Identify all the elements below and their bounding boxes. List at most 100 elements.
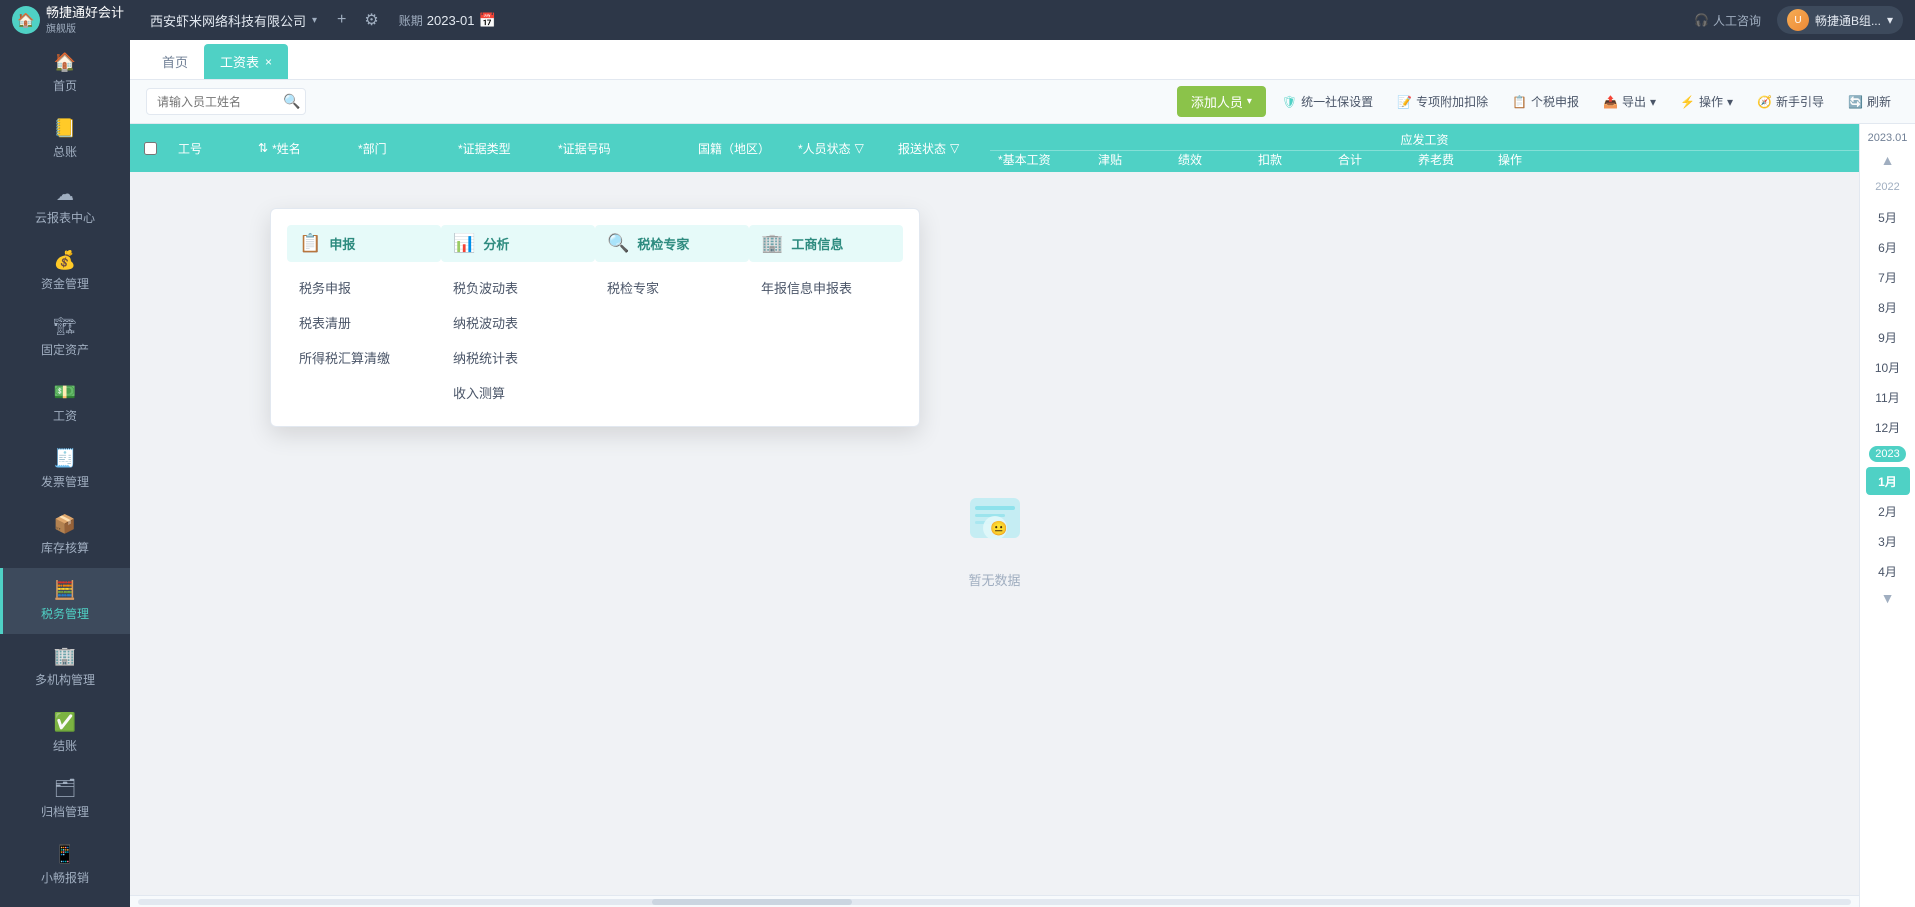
cal-month-6[interactable]: 6月 <box>1866 233 1910 261</box>
dropdown-item-tax-stats[interactable]: 纳税统计表 <box>441 340 595 375</box>
calendar-nav-down[interactable]: ▼ <box>1876 586 1900 610</box>
select-all-checkbox[interactable] <box>144 142 157 155</box>
cal-month-10[interactable]: 10月 <box>1866 353 1910 381</box>
th-dept: *部门 <box>350 140 450 157</box>
user-badge[interactable]: U 畅捷通B组... ▾ <box>1777 6 1903 34</box>
sidebar: 🏠 首页 📒 总账 ☁ 云报表中心 💰 资金管理 🏗 固定资产 💵 工资 🧾 发… <box>0 40 130 907</box>
tab-close-icon[interactable]: × <box>265 55 272 69</box>
sidebar-item-zhangzhang[interactable]: 📒 总账 <box>0 106 130 172</box>
tab-home[interactable]: 首页 <box>146 44 204 79</box>
home-icon: 🏠 <box>54 52 76 73</box>
sidebar-item-salary[interactable]: 💵 工资 <box>0 370 130 436</box>
sidebar-item-mini-report[interactable]: 📱 小畅报销 <box>0 832 130 898</box>
cal-month-3[interactable]: 3月 <box>1866 527 1910 555</box>
avatar: U <box>1787 9 1809 31</box>
settings-icon[interactable]: ⚙ <box>360 8 382 32</box>
topbar-actions: + ⚙ <box>333 8 383 32</box>
th-jixiao: 绩效 <box>1170 151 1250 168</box>
th-name[interactable]: ⇅ *姓名 <box>250 140 350 157</box>
sidebar-item-fixed-asset[interactable]: 🏗 固定资产 <box>0 304 130 370</box>
personal-tax-button[interactable]: 📋 个税申报 <box>1504 89 1587 114</box>
dropdown-item-tax-table-register[interactable]: 税表清册 <box>287 305 441 340</box>
cal-month-11[interactable]: 11月 <box>1866 383 1910 411</box>
social-insurance-button[interactable]: 🛡 统一社保设置 <box>1274 89 1381 114</box>
dropdown-item-annual-report[interactable]: 年报信息申报表 <box>749 270 903 305</box>
th-ops: 操作 <box>1490 151 1570 168</box>
settle-icon: ✅ <box>54 712 76 733</box>
dropdown-item-tax-wave[interactable]: 纳税波动表 <box>441 305 595 340</box>
refresh-button[interactable]: 🔄 刷新 <box>1840 89 1899 114</box>
calendar-nav-up[interactable]: ▲ <box>1876 148 1900 172</box>
th-jintie: 津贴 <box>1090 151 1170 168</box>
cal-month-8[interactable]: 8月 <box>1866 293 1910 321</box>
sidebar-item-cloud-report[interactable]: ☁ 云报表中心 <box>0 172 130 238</box>
th-guoji: 国籍（地区） <box>690 140 790 157</box>
bottom-scrollbar <box>130 895 1859 907</box>
cal-month-9[interactable]: 9月 <box>1866 323 1910 351</box>
topbar-right: 🎧 人工咨询 U 畅捷通B组... ▾ <box>1694 6 1903 34</box>
app-logo: 🏠 畅捷通好会计 旗舰版 <box>12 5 142 36</box>
logo-icon: 🏠 <box>12 6 40 34</box>
scrollbar-track <box>138 899 1851 905</box>
cal-month-2[interactable]: 2月 <box>1866 497 1910 525</box>
export-button[interactable]: 📤 导出 ▾ <box>1595 89 1664 114</box>
cal-month-4[interactable]: 4月 <box>1866 557 1910 585</box>
operations-button[interactable]: ⚡ 操作 ▾ <box>1672 89 1741 114</box>
ledger-icon: 📒 <box>54 118 76 139</box>
dropdown-item-shuijian-expert[interactable]: 税检专家 <box>595 270 749 305</box>
dropdown-item-income-calc[interactable]: 收入测算 <box>441 375 595 410</box>
th-yanglao: 养老费 <box>1410 151 1490 168</box>
dropdown-item-income-tax-settlement[interactable]: 所得税汇算清缴 <box>287 340 441 375</box>
cal-month-5[interactable]: 5月 <box>1866 203 1910 231</box>
main-layout: 🏠 首页 📒 总账 ☁ 云报表中心 💰 资金管理 🏗 固定资产 💵 工资 🧾 发… <box>0 40 1915 907</box>
headset-icon: 🎧 <box>1694 13 1709 27</box>
guide-icon: 🧭 <box>1757 95 1772 109</box>
sidebar-item-invoice[interactable]: 🧾 发票管理 <box>0 436 130 502</box>
sidebar-item-fund[interactable]: 💰 资金管理 <box>0 238 130 304</box>
gongshang-icon: 🏢 <box>761 233 783 254</box>
tab-salary[interactable]: 工资表 × <box>204 44 288 79</box>
dropdown-header-gongshang: 🏢 工商信息 <box>749 225 903 262</box>
top-bar: 🏠 畅捷通好会计 旗舰版 西安虾米网络科技有限公司 ▾ + ⚙ 账期 2023-… <box>0 0 1915 40</box>
filter-icon[interactable]: ▽ <box>950 141 959 155</box>
add-employee-button[interactable]: 添加人员 ▾ <box>1177 86 1266 117</box>
cal-month-7[interactable]: 7月 <box>1866 263 1910 291</box>
sidebar-item-archive[interactable]: 🗂 归档管理 <box>0 766 130 832</box>
sidebar-item-home[interactable]: 🏠 首页 <box>0 40 130 106</box>
help-button[interactable]: 🎧 人工咨询 <box>1694 12 1761 29</box>
cal-month-12[interactable]: 12月 <box>1866 413 1910 441</box>
refresh-icon: 🔄 <box>1848 95 1863 109</box>
th-group-yingfa: 应发工资 <box>990 129 1859 151</box>
th-gonghe: 工号 <box>170 140 250 157</box>
content-area: 工号 ⇅ *姓名 *部门 *证据类型 *证据号码 <box>130 124 1915 907</box>
shenbao-icon: 📋 <box>299 233 321 254</box>
search-input[interactable] <box>157 95 277 109</box>
sidebar-item-base-settings[interactable]: ⚙ 基础设置 <box>0 898 130 907</box>
dropdown-item-tax-report[interactable]: 税务申报 <box>287 270 441 305</box>
th-jichu: *基本工资 <box>990 151 1090 168</box>
fenxi-icon: 📊 <box>453 233 475 254</box>
export-icon: 📤 <box>1603 95 1618 109</box>
dropdown-col-fenxi: 📊 分析 税负波动表 纳税波动表 纳税统计表 收入测算 <box>441 225 595 410</box>
chevron-down-icon: ▾ <box>1650 95 1656 109</box>
dropdown-item-tax-burden-wave[interactable]: 税负波动表 <box>441 270 595 305</box>
th-idno: *证据号码 <box>550 140 690 157</box>
scrollbar-thumb[interactable] <box>652 899 852 905</box>
add-icon[interactable]: + <box>333 9 350 31</box>
company-selector[interactable]: 西安虾米网络科技有限公司 ▾ <box>150 11 317 30</box>
sidebar-item-inventory[interactable]: 📦 库存核算 <box>0 502 130 568</box>
tax-icon: 🧮 <box>54 580 76 601</box>
shield-icon: 🛡 <box>1282 95 1297 109</box>
filter-icon[interactable]: ▽ <box>855 141 864 155</box>
special-deduction-button[interactable]: 📝 专项附加扣除 <box>1389 89 1496 114</box>
sidebar-item-multi-org[interactable]: 🏢 多机构管理 <box>0 634 130 700</box>
chevron-down-icon: ▾ <box>1727 95 1733 109</box>
table-header: 工号 ⇅ *姓名 *部门 *证据类型 *证据号码 <box>130 124 1859 172</box>
cal-month-1-active[interactable]: 1月 <box>1866 467 1910 495</box>
sidebar-item-settle[interactable]: ✅ 结账 <box>0 700 130 766</box>
calendar-icon[interactable]: 📅 <box>478 12 495 29</box>
sort-icon: ⇅ <box>258 141 268 155</box>
chevron-down-icon: ▾ <box>1247 96 1252 107</box>
new-guide-button[interactable]: 🧭 新手引导 <box>1749 89 1832 114</box>
sidebar-item-tax[interactable]: 🧮 税务管理 <box>0 568 130 634</box>
